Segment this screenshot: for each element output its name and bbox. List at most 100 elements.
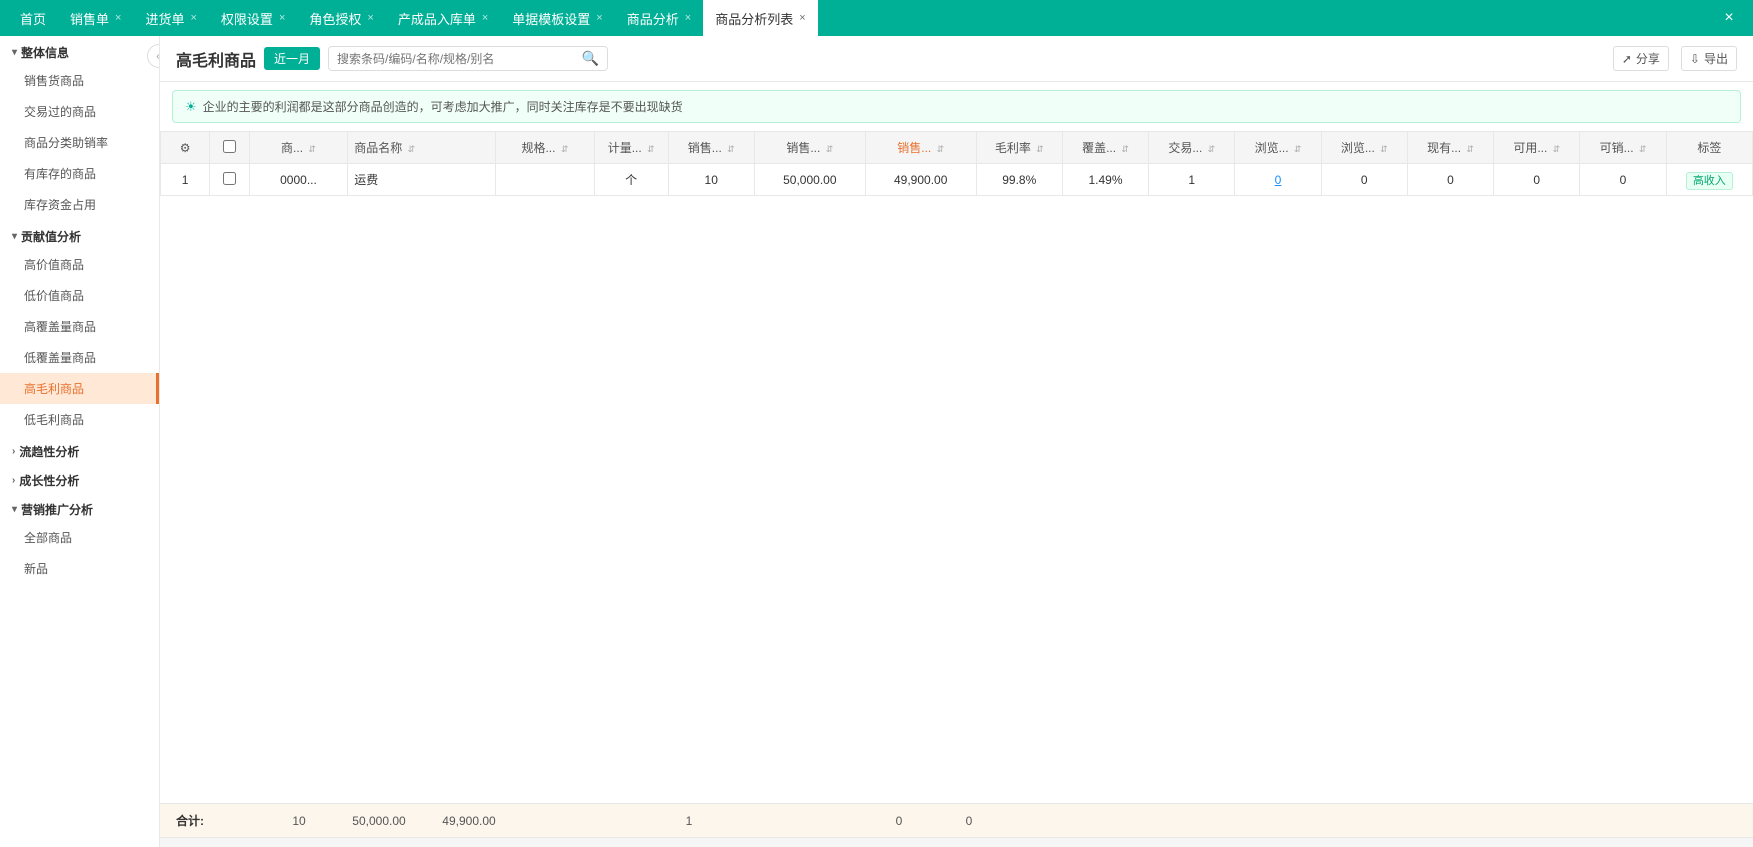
footer-sales-cost: 49,900.00 <box>424 814 514 828</box>
footer-cover <box>584 814 654 828</box>
col-checkbox[interactable] <box>210 132 249 164</box>
nav-role-close[interactable]: × <box>367 12 373 24</box>
table-wrapper[interactable]: ⚙ 商... ⇵ 商品名称 ⇵ 规格... <box>160 131 1753 803</box>
footer-stock1: 0 <box>864 814 934 828</box>
th-sales-amt[interactable]: 销售... ⇵ <box>754 132 865 164</box>
footer-sales-qty: 10 <box>264 814 334 828</box>
th-tag[interactable]: 标签 <box>1666 132 1752 164</box>
footer-total-label: 合计: <box>176 812 204 829</box>
content-area: 高毛利商品 近一月 🔍 ➚ 分享 ⇩ 导出 <box>160 36 1753 847</box>
sidebar-group-growth-arrow: › <box>12 475 15 486</box>
sort-gross-rate-icon: ⇵ <box>1036 144 1044 154</box>
share-button[interactable]: ➚ 分享 <box>1613 46 1669 71</box>
cell-cover: 1.49% <box>1062 164 1148 196</box>
th-code[interactable]: 商... ⇵ <box>249 132 348 164</box>
th-gross-rate[interactable]: 毛利率 ⇵ <box>976 132 1062 164</box>
sidebar-item-category-rate[interactable]: 商品分类助销率 <box>0 127 159 158</box>
th-stock1[interactable]: 现有... ⇵ <box>1407 132 1493 164</box>
sort-browse1-icon: ⇵ <box>1294 144 1302 154</box>
th-cover[interactable]: 覆盖... ⇵ <box>1062 132 1148 164</box>
notice-icon: ☀ <box>185 99 197 115</box>
sidebar: « ▾ 整体信息 销售货商品 交易过的商品 商品分类助销率 有库存的商品 库存资… <box>0 36 160 847</box>
cell-stock1: 0 <box>1407 164 1493 196</box>
sidebar-item-sales-goods[interactable]: 销售货商品 <box>0 65 159 96</box>
search-icon[interactable]: 🔍 <box>582 50 599 67</box>
cell-tag: 高收入 <box>1666 164 1752 196</box>
search-box: 🔍 <box>328 46 608 71</box>
nav-product-in-close[interactable]: × <box>482 12 488 24</box>
th-browse2[interactable]: 浏览... ⇵ <box>1321 132 1407 164</box>
sidebar-group-trend[interactable]: › 流趋性分析 <box>0 435 159 464</box>
col-settings[interactable]: ⚙ <box>161 132 210 164</box>
sidebar-item-high-margin[interactable]: 高毛利商品 <box>0 373 159 404</box>
footer-browse1 <box>724 814 794 828</box>
th-spec[interactable]: 规格... ⇵ <box>496 132 595 164</box>
header-actions: ➚ 分享 ⇩ 导出 <box>1613 46 1737 71</box>
nav-template[interactable]: 单据模板设置 × <box>500 0 614 36</box>
sort-stock3-icon: ⇵ <box>1639 144 1647 154</box>
nav-home[interactable]: 首页 <box>8 0 58 36</box>
sort-stock2-icon: ⇵ <box>1553 144 1561 154</box>
content-header: 高毛利商品 近一月 🔍 ➚ 分享 ⇩ 导出 <box>160 36 1753 82</box>
horizontal-scrollbar[interactable] <box>160 837 1753 847</box>
sidebar-group-overall[interactable]: ▾ 整体信息 <box>0 36 159 65</box>
sort-sales-cost-icon: ⇵ <box>937 144 945 154</box>
window-close-button[interactable]: × <box>1713 2 1745 34</box>
cell-sales-qty: 10 <box>668 164 754 196</box>
sidebar-item-traded-goods[interactable]: 交易过的商品 <box>0 96 159 127</box>
sidebar-item-new-goods[interactable]: 新品 <box>0 553 159 584</box>
share-icon: ➚ <box>1622 52 1632 66</box>
cell-browse2: 0 <box>1321 164 1407 196</box>
nav-product-in[interactable]: 产成品入库单 × <box>386 0 500 36</box>
nav-role[interactable]: 角色授权 × <box>297 0 385 36</box>
page-title: 高毛利商品 <box>176 47 256 71</box>
th-name[interactable]: 商品名称 ⇵ <box>348 132 496 164</box>
sidebar-item-high-coverage[interactable]: 高覆盖量商品 <box>0 311 159 342</box>
sidebar-item-all-goods[interactable]: 全部商品 <box>0 522 159 553</box>
cell-browse1[interactable]: 0 <box>1235 164 1321 196</box>
th-stock3[interactable]: 可销... ⇵ <box>1580 132 1666 164</box>
sidebar-item-in-stock[interactable]: 有库存的商品 <box>0 158 159 189</box>
footer-gross-rate <box>514 814 584 828</box>
sidebar-item-stock-capital[interactable]: 库存资金占用 <box>0 189 159 220</box>
nav-permission-close[interactable]: × <box>279 12 285 24</box>
sort-unit-icon: ⇵ <box>647 144 655 154</box>
sidebar-group-contribution[interactable]: ▾ 贡献值分析 <box>0 220 159 249</box>
nav-sales-close[interactable]: × <box>115 12 121 24</box>
th-sales-qty[interactable]: 销售... ⇵ <box>668 132 754 164</box>
nav-sales[interactable]: 销售单 × <box>58 0 133 36</box>
footer-sales-amt: 50,000.00 <box>334 814 424 828</box>
cell-check[interactable] <box>210 164 249 196</box>
nav-goods-analysis-close[interactable]: × <box>685 12 691 24</box>
th-unit[interactable]: 计量... ⇵ <box>594 132 668 164</box>
nav-purchase[interactable]: 进货单 × <box>133 0 208 36</box>
row-checkbox[interactable] <box>223 172 236 185</box>
nav-goods-analysis-list[interactable]: 商品分析列表 × <box>703 0 817 36</box>
sidebar-item-low-margin[interactable]: 低毛利商品 <box>0 404 159 435</box>
search-input[interactable] <box>337 52 582 66</box>
th-stock2[interactable]: 可用... ⇵ <box>1494 132 1580 164</box>
footer-trade: 1 <box>654 814 724 828</box>
footer-browse2 <box>794 814 864 828</box>
th-trade[interactable]: 交易... ⇵ <box>1149 132 1235 164</box>
sidebar-item-low-coverage[interactable]: 低覆盖量商品 <box>0 342 159 373</box>
select-all-checkbox[interactable] <box>223 140 236 153</box>
th-browse1[interactable]: 浏览... ⇵ <box>1235 132 1321 164</box>
sort-browse2-icon: ⇵ <box>1380 144 1388 154</box>
sidebar-group-marketing[interactable]: ▾ 营销推广分析 <box>0 493 159 522</box>
notice-bar: ☀ 企业的主要的利润都是这部分商品创造的，可考虑加大推广，同时关注库存是不要出现… <box>172 90 1741 123</box>
th-sales-cost[interactable]: 销售... ⇵ <box>865 132 976 164</box>
tag-badge: 高收入 <box>1686 172 1733 190</box>
export-button[interactable]: ⇩ 导出 <box>1681 46 1737 71</box>
nav-permission[interactable]: 权限设置 × <box>209 0 297 36</box>
nav-template-close[interactable]: × <box>596 12 602 24</box>
nav-goods-analysis[interactable]: 商品分析 × <box>615 0 703 36</box>
sidebar-item-low-value[interactable]: 低价值商品 <box>0 280 159 311</box>
sidebar-group-growth[interactable]: › 成长性分析 <box>0 464 159 493</box>
sidebar-item-high-value[interactable]: 高价值商品 <box>0 249 159 280</box>
nav-goods-analysis-list-close[interactable]: × <box>799 12 805 24</box>
filter-button[interactable]: 近一月 <box>264 47 320 70</box>
nav-purchase-close[interactable]: × <box>190 12 196 24</box>
sort-code-icon: ⇵ <box>308 144 316 154</box>
cell-num: 1 <box>161 164 210 196</box>
